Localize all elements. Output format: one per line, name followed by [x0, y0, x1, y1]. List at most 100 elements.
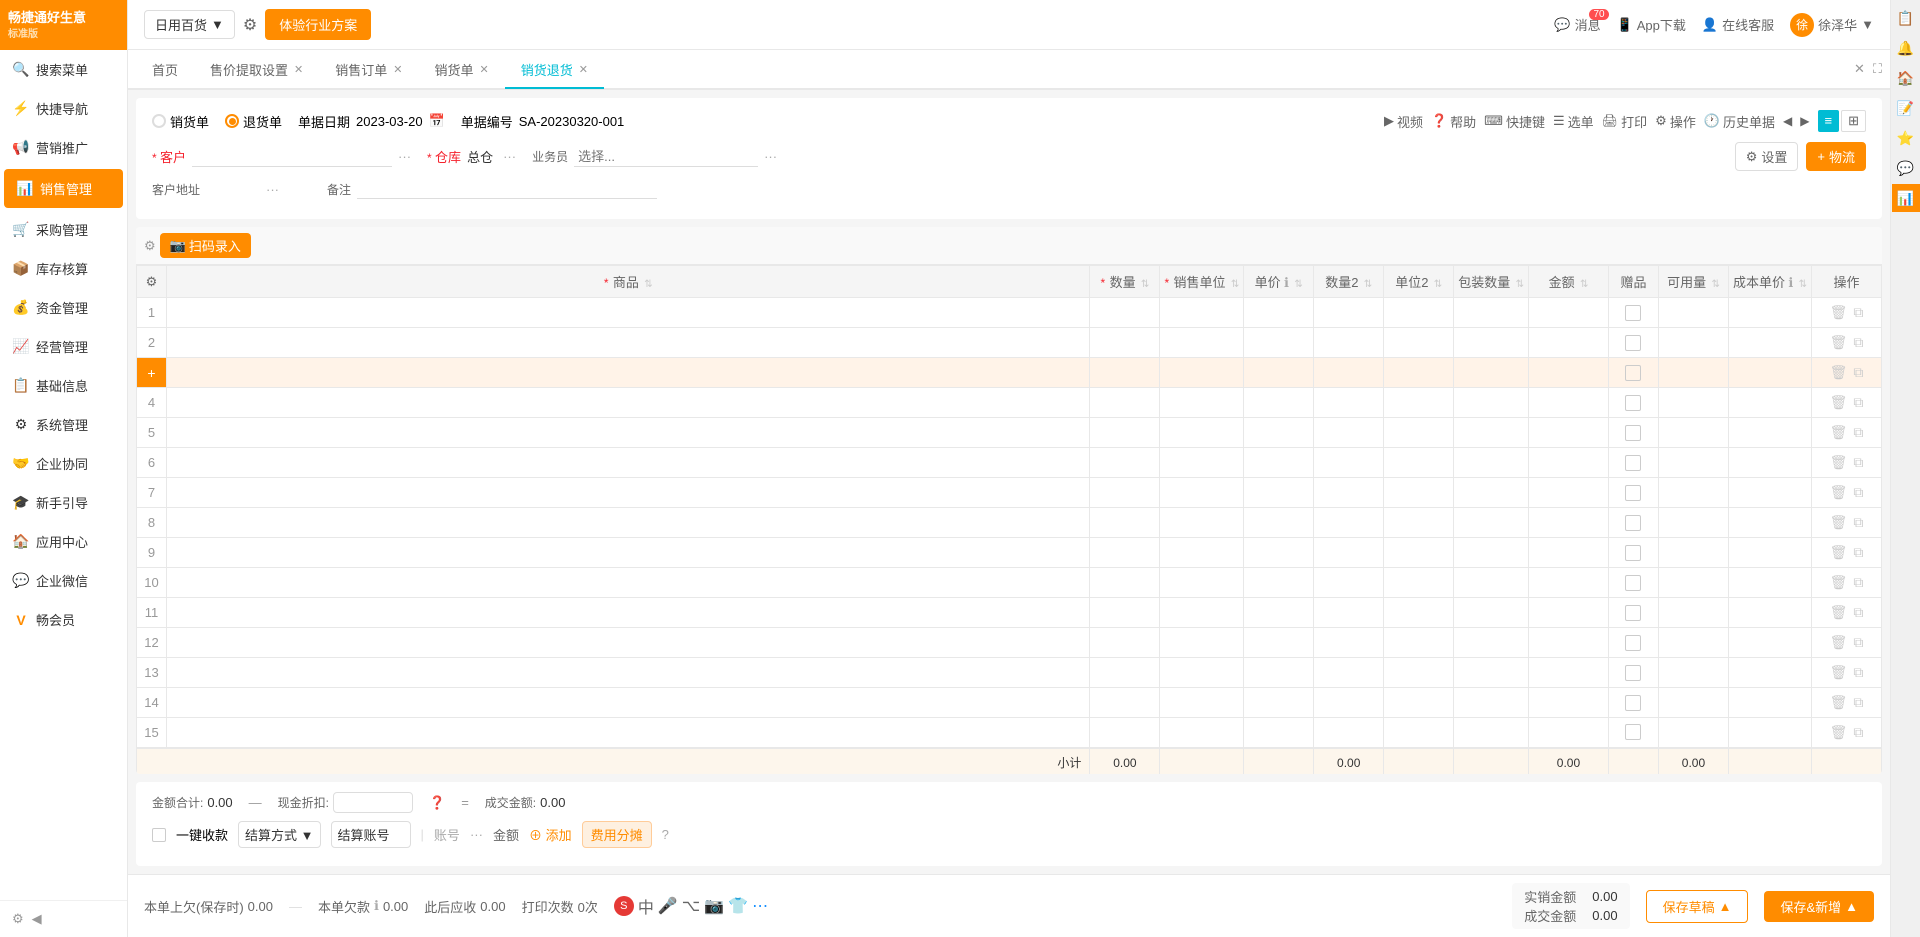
- history-btn[interactable]: 🕐 历史单据: [1704, 112, 1775, 131]
- delete-row-7[interactable]: 🗑: [1830, 484, 1848, 501]
- gift-checkbox-1[interactable]: [1625, 305, 1641, 321]
- formula-tip-icon[interactable]: ❓: [429, 795, 445, 811]
- sidebar-item-purchase[interactable]: 🛒 采购管理: [0, 210, 127, 249]
- pack-sort[interactable]: ⇅: [1516, 279, 1524, 290]
- copy-row-9[interactable]: ⧉: [1853, 544, 1863, 561]
- calendar-icon[interactable]: 📅: [429, 113, 445, 129]
- sidebar-item-enterprise[interactable]: 🤝 企业协同: [0, 444, 127, 483]
- sidebar-item-system[interactable]: ⚙ 系统管理: [0, 405, 127, 444]
- copy-row-6[interactable]: ⧉: [1853, 454, 1863, 471]
- delete-row-6[interactable]: 🗑: [1830, 454, 1848, 471]
- copy-row-3[interactable]: ⧉: [1853, 364, 1863, 381]
- select-bill-btn[interactable]: ☰ 选单: [1553, 112, 1594, 131]
- gift-checkbox-12[interactable]: [1625, 635, 1641, 651]
- customer-dots[interactable]: ···: [398, 149, 411, 164]
- add-payment-btn[interactable]: ⊕ 添加: [529, 825, 572, 844]
- right-icon-0[interactable]: 📋: [1892, 4, 1920, 32]
- sidebar-item-inventory[interactable]: 📦 库存核算: [0, 249, 127, 288]
- copy-row-2[interactable]: ⧉: [1853, 334, 1863, 351]
- row-cost-1[interactable]: [1728, 298, 1811, 328]
- qty2-sort[interactable]: ⇅: [1364, 279, 1372, 290]
- sidebar-item-wechat[interactable]: 💬 企业微信: [0, 561, 127, 600]
- copy-row-12[interactable]: ⧉: [1853, 634, 1863, 651]
- price-sort[interactable]: ⇅: [1294, 279, 1302, 290]
- sidebar-item-guide[interactable]: 🎓 新手引导: [0, 483, 127, 522]
- settings-icon[interactable]: ⚙: [12, 911, 24, 927]
- more-tools-icon[interactable]: ⋯: [752, 896, 768, 916]
- cost-sort[interactable]: ⇅: [1799, 279, 1807, 290]
- delete-row-13[interactable]: 🗑: [1830, 664, 1848, 681]
- tab-sales-order-close[interactable]: ✕: [393, 63, 402, 76]
- list-view-btn[interactable]: ≡: [1818, 110, 1840, 132]
- right-icon-5[interactable]: 💬: [1892, 154, 1920, 182]
- delete-row-4[interactable]: 🗑: [1830, 394, 1848, 411]
- sidebar-item-appcenter[interactable]: 🏠 应用中心: [0, 522, 127, 561]
- copy-row-14[interactable]: ⧉: [1853, 694, 1863, 711]
- right-icon-3[interactable]: 📝: [1892, 94, 1920, 122]
- operate-btn[interactable]: ⚙ 操作: [1655, 112, 1696, 131]
- grid-view-btn[interactable]: ⊞: [1841, 110, 1866, 132]
- s-icon[interactable]: S: [614, 896, 634, 916]
- avail-sort[interactable]: ⇅: [1711, 279, 1719, 290]
- message-btn[interactable]: 💬 消息 70: [1554, 15, 1600, 34]
- sidebar-item-basic[interactable]: 📋 基础信息: [0, 366, 127, 405]
- tab-sales-invoice[interactable]: 销货单 ✕: [418, 52, 504, 89]
- logistics-btn[interactable]: + 物流: [1806, 142, 1866, 171]
- video-btn[interactable]: ▶ 视频: [1384, 112, 1423, 131]
- delete-row-1[interactable]: 🗑: [1830, 304, 1848, 321]
- settings-side-btn[interactable]: ⚙ 设置: [1735, 142, 1799, 171]
- sidebar-item-finance[interactable]: 💰 资金管理: [0, 288, 127, 327]
- radio-return[interactable]: 退货单: [225, 112, 282, 131]
- gift-checkbox-7[interactable]: [1625, 485, 1641, 501]
- one-key-collect-checkbox[interactable]: [152, 828, 166, 842]
- right-icon-6[interactable]: 📊: [1892, 184, 1920, 212]
- copy-row-10[interactable]: ⧉: [1853, 574, 1863, 591]
- tab-sales-order[interactable]: 销售订单 ✕: [319, 52, 418, 89]
- collapse-icon[interactable]: ◀: [32, 911, 42, 927]
- account-dots[interactable]: ···: [470, 827, 483, 842]
- row-qty-1[interactable]: [1090, 298, 1160, 328]
- print-btn[interactable]: 🖨 打印: [1602, 112, 1648, 131]
- copy-row-5[interactable]: ⧉: [1853, 424, 1863, 441]
- unit2-sort[interactable]: ⇅: [1434, 279, 1442, 290]
- fee-help-icon[interactable]: ?: [662, 827, 669, 842]
- customer-input[interactable]: [192, 147, 392, 167]
- row-price-1[interactable]: [1244, 298, 1314, 328]
- tab-fullscreen-icon[interactable]: ⛶: [1873, 61, 1882, 77]
- add-row-btn[interactable]: +: [142, 363, 162, 383]
- delete-row-9[interactable]: 🗑: [1830, 544, 1848, 561]
- goods-sort[interactable]: ⇅: [644, 279, 652, 290]
- copy-row-8[interactable]: ⧉: [1853, 514, 1863, 531]
- price-tip-icon[interactable]: ℹ: [1284, 275, 1289, 290]
- col-gear[interactable]: ⚙: [137, 266, 167, 298]
- screen-icon[interactable]: ⌥: [682, 896, 700, 916]
- row-amount-1[interactable]: [1528, 298, 1608, 328]
- amount-sort[interactable]: ⇅: [1580, 279, 1588, 290]
- tab-close-all-icon[interactable]: ✕: [1854, 61, 1865, 77]
- shortcut-btn[interactable]: ⌨ 快捷键: [1484, 112, 1545, 131]
- shirt-icon[interactable]: 👕: [728, 896, 748, 916]
- online-service-btn[interactable]: 👤 在线客服: [1702, 15, 1774, 34]
- help-btn[interactable]: ❓ 帮助: [1431, 112, 1476, 131]
- right-icon-4[interactable]: ⭐: [1892, 124, 1920, 152]
- industry-selector[interactable]: 日用百货 ▼: [144, 10, 235, 39]
- delete-row-12[interactable]: 🗑: [1830, 634, 1848, 651]
- tab-sales-invoice-close[interactable]: ✕: [480, 63, 489, 76]
- topbar-gear-icon[interactable]: ⚙: [243, 15, 257, 35]
- gift-checkbox-2[interactable]: [1625, 335, 1641, 351]
- saleunit-sort[interactable]: ⇅: [1231, 279, 1239, 290]
- gift-checkbox-9[interactable]: [1625, 545, 1641, 561]
- gift-checkbox-5[interactable]: [1625, 425, 1641, 441]
- sidebar-item-management[interactable]: 📈 经营管理: [0, 327, 127, 366]
- gift-checkbox-4[interactable]: [1625, 395, 1641, 411]
- delete-row-14[interactable]: 🗑: [1830, 694, 1848, 711]
- sidebar-item-member[interactable]: V 畅会员: [0, 600, 127, 639]
- copy-row-7[interactable]: ⧉: [1853, 484, 1863, 501]
- camera-icon[interactable]: 📷: [704, 896, 724, 916]
- qty-sort[interactable]: ⇅: [1141, 279, 1149, 290]
- row-goods-1[interactable]: [167, 298, 1090, 328]
- copy-row-15[interactable]: ⧉: [1853, 724, 1863, 741]
- copy-row-4[interactable]: ⧉: [1853, 394, 1863, 411]
- gift-checkbox-14[interactable]: [1625, 695, 1641, 711]
- row-gift-1[interactable]: [1608, 298, 1658, 328]
